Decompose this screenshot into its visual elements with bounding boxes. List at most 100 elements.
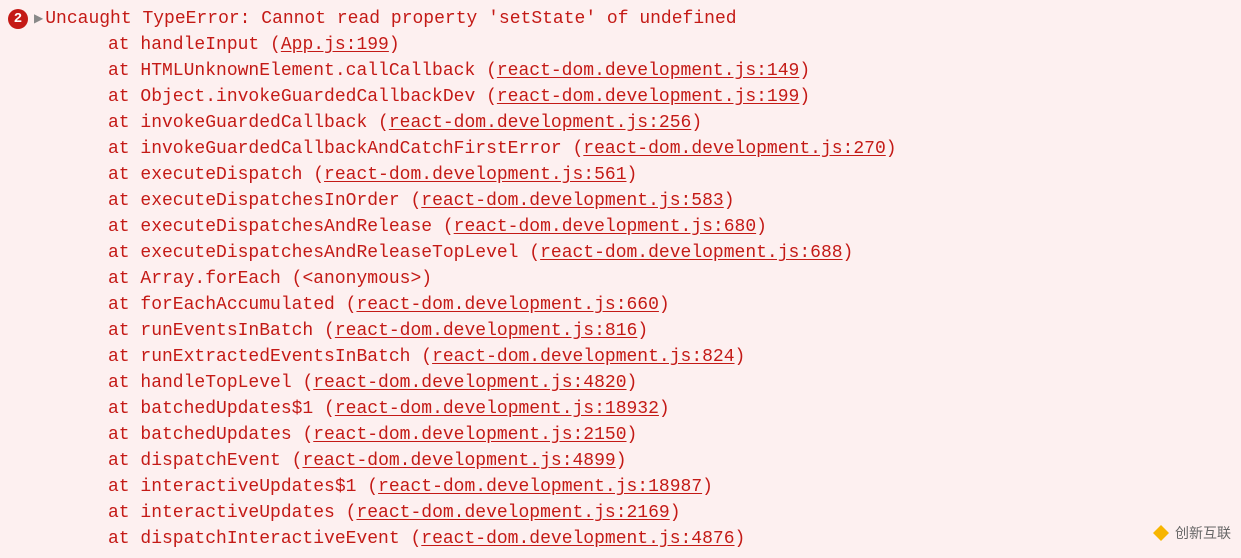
paren-close: )	[616, 451, 627, 471]
paren-open: (	[486, 61, 497, 81]
stack-at: at	[108, 269, 140, 289]
stack-source-link[interactable]: react-dom.development.js:680	[454, 217, 756, 237]
stack-function: Object.invokeGuardedCallbackDev	[140, 87, 486, 107]
paren-close: )	[735, 529, 746, 549]
stack-at: at	[108, 243, 140, 263]
paren-open: (	[313, 165, 324, 185]
paren-open: (	[410, 529, 421, 549]
stack-frame: at interactiveUpdates$1 (react-dom.devel…	[108, 474, 1233, 500]
stack-source-link[interactable]: react-dom.development.js:18932	[335, 399, 659, 419]
stack-source-link[interactable]: react-dom.development.js:270	[583, 139, 885, 159]
stack-at: at	[108, 139, 140, 159]
stack-source-link[interactable]: react-dom.development.js:4820	[313, 373, 626, 393]
error-header-row[interactable]: 2 ▶ Uncaught TypeError: Cannot read prop…	[8, 6, 1233, 32]
paren-open: (	[367, 477, 378, 497]
error-count-badge[interactable]: 2	[8, 9, 28, 29]
stack-source-link[interactable]: react-dom.development.js:583	[421, 191, 723, 211]
stack-function: dispatchEvent	[140, 451, 291, 471]
paren-close: )	[421, 269, 432, 289]
stack-source-link[interactable]: react-dom.development.js:816	[335, 321, 637, 341]
paren-close: )	[670, 503, 681, 523]
paren-open: (	[292, 451, 303, 471]
stack-frame: at executeDispatchesAndRelease (react-do…	[108, 214, 1233, 240]
stack-at: at	[108, 529, 140, 549]
stack-source-link[interactable]: react-dom.development.js:149	[497, 61, 799, 81]
paren-open: (	[421, 347, 432, 367]
stack-trace: at handleInput (App.js:199)at HTMLUnknow…	[8, 32, 1233, 552]
stack-at: at	[108, 113, 140, 133]
stack-function: forEachAccumulated	[140, 295, 345, 315]
stack-frame: at Array.forEach (<anonymous>)	[108, 266, 1233, 292]
stack-at: at	[108, 477, 140, 497]
stack-frame: at executeDispatchesAndReleaseTopLevel (…	[108, 240, 1233, 266]
paren-open: (	[302, 425, 313, 445]
stack-function: interactiveUpdates$1	[140, 477, 367, 497]
paren-open: (	[378, 113, 389, 133]
disclosure-triangle-icon[interactable]: ▶	[34, 6, 43, 32]
stack-frame: at executeDispatchesInOrder (react-dom.d…	[108, 188, 1233, 214]
stack-at: at	[108, 425, 140, 445]
stack-function: invokeGuardedCallbackAndCatchFirstError	[140, 139, 572, 159]
stack-function: batchedUpdates$1	[140, 399, 324, 419]
stack-function: executeDispatchesAndReleaseTopLevel	[140, 243, 529, 263]
stack-source-link[interactable]: App.js:199	[281, 35, 389, 55]
stack-frame: at Object.invokeGuardedCallbackDev (reac…	[108, 84, 1233, 110]
stack-source-link[interactable]: react-dom.development.js:2169	[356, 503, 669, 523]
stack-at: at	[108, 295, 140, 315]
paren-open: (	[486, 87, 497, 107]
paren-open: (	[302, 373, 313, 393]
error-message: Uncaught TypeError: Cannot read property…	[45, 6, 736, 32]
paren-open: (	[292, 269, 303, 289]
paren-close: )	[691, 113, 702, 133]
stack-source-link[interactable]: react-dom.development.js:2150	[313, 425, 626, 445]
paren-close: )	[843, 243, 854, 263]
stack-frame: at runEventsInBatch (react-dom.developme…	[108, 318, 1233, 344]
stack-at: at	[108, 321, 140, 341]
stack-at: at	[108, 61, 140, 81]
stack-function: executeDispatchesInOrder	[140, 191, 410, 211]
paren-open: (	[346, 503, 357, 523]
stack-function: Array.forEach	[140, 269, 291, 289]
stack-source-link[interactable]: react-dom.development.js:688	[540, 243, 842, 263]
stack-source-link[interactable]: react-dom.development.js:256	[389, 113, 691, 133]
paren-open: (	[270, 35, 281, 55]
paren-close: )	[756, 217, 767, 237]
stack-source-link[interactable]: react-dom.development.js:660	[356, 295, 658, 315]
stack-source-link[interactable]: react-dom.development.js:824	[432, 347, 734, 367]
stack-at: at	[108, 191, 140, 211]
stack-function: executeDispatch	[140, 165, 313, 185]
console-error-panel: 2 ▶ Uncaught TypeError: Cannot read prop…	[0, 0, 1241, 558]
stack-location-anonymous: <anonymous>	[302, 269, 421, 289]
paren-open: (	[324, 399, 335, 419]
stack-frame: at HTMLUnknownElement.callCallback (reac…	[108, 58, 1233, 84]
stack-frame: at handleTopLevel (react-dom.development…	[108, 370, 1233, 396]
paren-close: )	[637, 321, 648, 341]
stack-function: runExtractedEventsInBatch	[140, 347, 421, 367]
stack-frame: at runExtractedEventsInBatch (react-dom.…	[108, 344, 1233, 370]
stack-function: runEventsInBatch	[140, 321, 324, 341]
stack-function: invokeGuardedCallback	[140, 113, 378, 133]
stack-source-link[interactable]: react-dom.development.js:4899	[302, 451, 615, 471]
stack-source-link[interactable]: react-dom.development.js:199	[497, 87, 799, 107]
paren-close: )	[659, 295, 670, 315]
paren-close: )	[799, 87, 810, 107]
paren-close: )	[735, 347, 746, 367]
stack-function: executeDispatchesAndRelease	[140, 217, 442, 237]
stack-frame: at dispatchEvent (react-dom.development.…	[108, 448, 1233, 474]
stack-source-link[interactable]: react-dom.development.js:561	[324, 165, 626, 185]
stack-source-link[interactable]: react-dom.development.js:18987	[378, 477, 702, 497]
stack-function: handleTopLevel	[140, 373, 302, 393]
stack-frame: at handleInput (App.js:199)	[108, 32, 1233, 58]
stack-at: at	[108, 87, 140, 107]
stack-function: HTMLUnknownElement.callCallback	[140, 61, 486, 81]
stack-at: at	[108, 451, 140, 471]
watermark-logo-icon	[1151, 523, 1171, 543]
stack-at: at	[108, 399, 140, 419]
stack-frame: at invokeGuardedCallback (react-dom.deve…	[108, 110, 1233, 136]
paren-close: )	[627, 373, 638, 393]
stack-at: at	[108, 503, 140, 523]
stack-function: interactiveUpdates	[140, 503, 345, 523]
stack-frame: at batchedUpdates$1 (react-dom.developme…	[108, 396, 1233, 422]
stack-frame: at dispatchInteractiveEvent (react-dom.d…	[108, 526, 1233, 552]
stack-source-link[interactable]: react-dom.development.js:4876	[421, 529, 734, 549]
